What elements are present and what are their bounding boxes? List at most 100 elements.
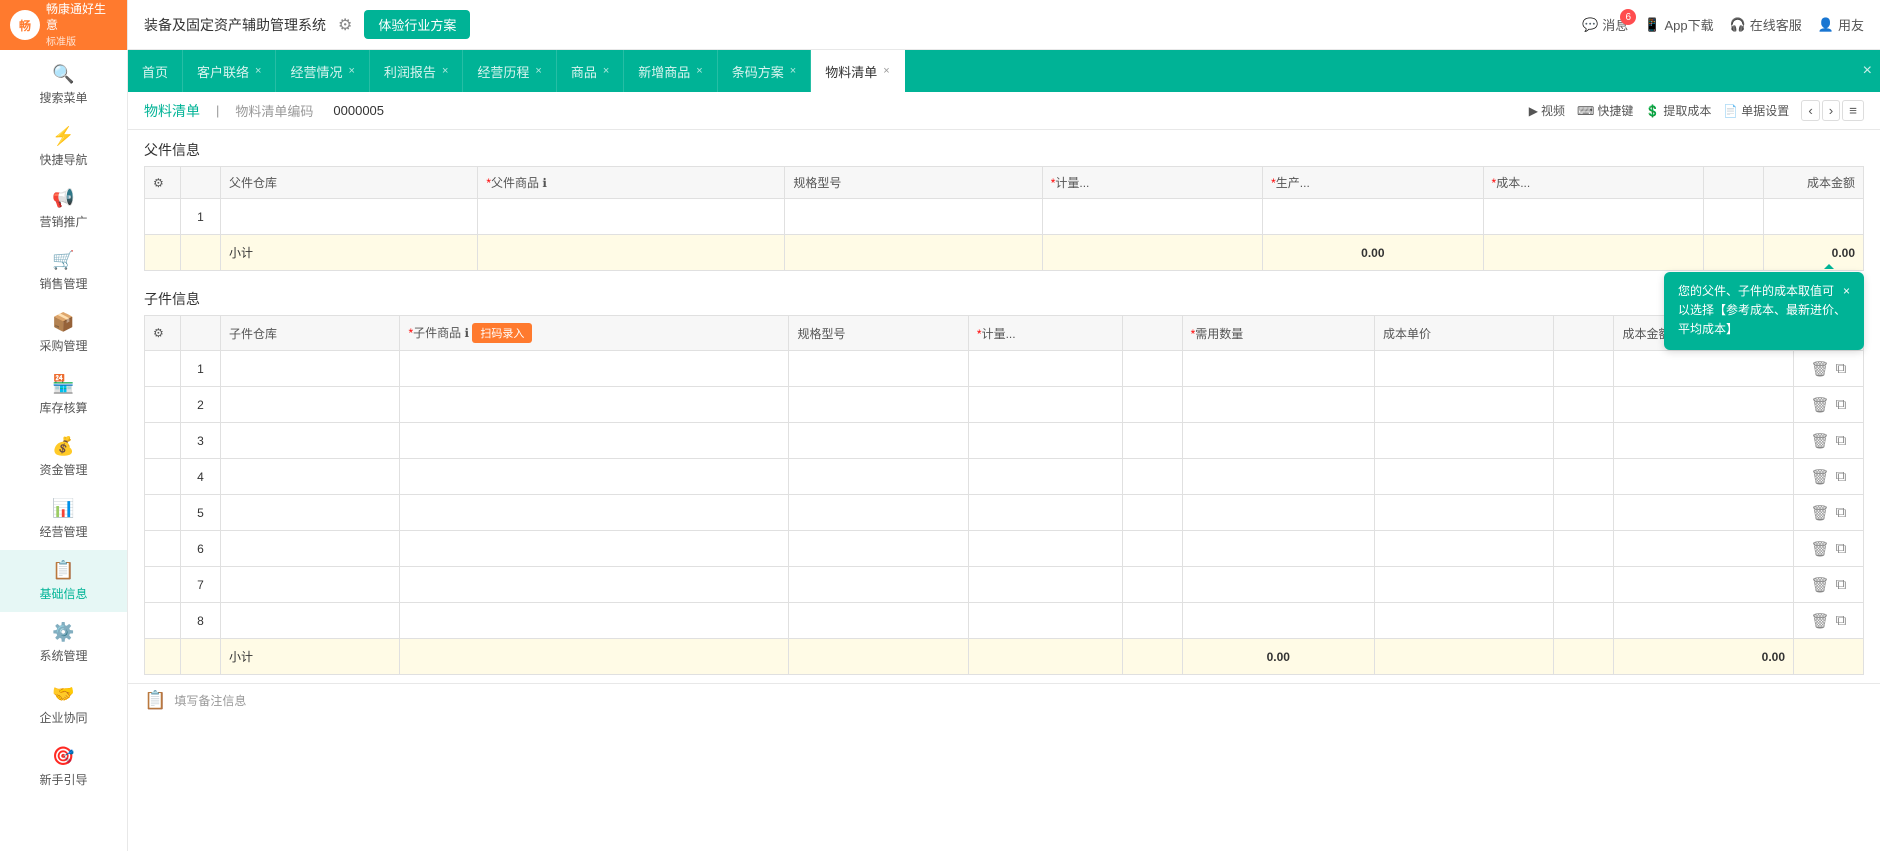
copy-icon-3[interactable]: ⧉ <box>1836 432 1847 450</box>
delete-icon-3[interactable]: 🗑 <box>1811 432 1830 450</box>
delete-icon-2[interactable]: 🗑 <box>1811 396 1830 414</box>
next-arrow[interactable]: › <box>1822 100 1840 121</box>
child-spec-6[interactable] <box>789 531 968 567</box>
tab-close-客户联络[interactable]: × <box>255 65 261 77</box>
child-unit-price-6[interactable] <box>1375 531 1554 567</box>
copy-icon-7[interactable]: ⧉ <box>1836 576 1847 594</box>
child-spec-2[interactable] <box>789 387 968 423</box>
child-unit-8[interactable] <box>968 603 1122 639</box>
copy-icon-1[interactable]: ⧉ <box>1836 360 1847 378</box>
child-unit-6[interactable] <box>968 531 1122 567</box>
single-settings-action[interactable]: 📄 单据设置 <box>1723 102 1789 119</box>
sidebar-item-guide[interactable]: 🎯新手引导 <box>0 736 127 798</box>
child-unit-2[interactable] <box>968 387 1122 423</box>
app-download-btn[interactable]: 📱 App下载 <box>1644 15 1713 34</box>
sidebar-item-quick-nav[interactable]: ⚡快捷导航 <box>0 116 127 178</box>
tab-close-条码方案[interactable]: × <box>790 65 796 77</box>
menu-arrow[interactable]: ≡ <box>1842 100 1864 121</box>
tab-close-经营历程[interactable]: × <box>535 65 541 77</box>
online-service-btn[interactable]: 🎧 在线客服 <box>1730 15 1802 34</box>
copy-icon-4[interactable]: ⧉ <box>1836 468 1847 486</box>
child-qty-4[interactable] <box>1182 459 1374 495</box>
child-unit-3[interactable] <box>968 423 1122 459</box>
parent-warehouse-cell[interactable] <box>221 199 478 235</box>
tab-close-物料清单[interactable]: × <box>883 65 889 77</box>
child-unit-price-4[interactable] <box>1375 459 1554 495</box>
child-warehouse-7[interactable] <box>221 567 400 603</box>
parent-unit-cell[interactable] <box>1042 199 1262 235</box>
child-product-5[interactable] <box>400 495 789 531</box>
user-menu[interactable]: 👤 用友 <box>1818 15 1864 34</box>
child-product-8[interactable] <box>400 603 789 639</box>
sidebar-item-finance[interactable]: 💰资金管理 <box>0 426 127 488</box>
child-unit-7[interactable] <box>968 567 1122 603</box>
child-product-6[interactable] <box>400 531 789 567</box>
child-product-1[interactable] <box>400 351 789 387</box>
child-product-3[interactable] <box>400 423 789 459</box>
parent-produce-cell[interactable] <box>1263 199 1483 235</box>
child-unit-5[interactable] <box>968 495 1122 531</box>
child-product-4[interactable] <box>400 459 789 495</box>
parent-cost-cell[interactable] <box>1483 199 1703 235</box>
tab-close-商品[interactable]: × <box>603 65 609 77</box>
sidebar-item-purchase[interactable]: 📦采购管理 <box>0 302 127 364</box>
child-unit-1[interactable] <box>968 351 1122 387</box>
sidebar-item-basic[interactable]: 📋基础信息 <box>0 550 127 612</box>
sidebar-item-collab[interactable]: 🤝企业协同 <box>0 674 127 736</box>
tabs-close-all[interactable]: × <box>1863 62 1880 80</box>
child-unit-price-2[interactable] <box>1375 387 1554 423</box>
child-qty-8[interactable] <box>1182 603 1374 639</box>
child-unit-price-3[interactable] <box>1375 423 1554 459</box>
copy-icon-6[interactable]: ⧉ <box>1836 540 1847 558</box>
copy-icon-5[interactable]: ⧉ <box>1836 504 1847 522</box>
child-warehouse-8[interactable] <box>221 603 400 639</box>
child-unit-price-5[interactable] <box>1375 495 1554 531</box>
child-col-settings[interactable]: ⚙ <box>145 316 181 351</box>
parent-col-settings[interactable]: ⚙ <box>145 167 181 199</box>
sidebar-item-operation[interactable]: 📊经营管理 <box>0 488 127 550</box>
parent-spec-cell[interactable] <box>785 199 1042 235</box>
child-unit-price-7[interactable] <box>1375 567 1554 603</box>
copy-icon-8[interactable]: ⧉ <box>1836 612 1847 630</box>
tab-close-经营情况[interactable]: × <box>348 65 354 77</box>
child-unit-price-1[interactable] <box>1375 351 1554 387</box>
child-spec-8[interactable] <box>789 603 968 639</box>
child-warehouse-1[interactable] <box>221 351 400 387</box>
child-warehouse-2[interactable] <box>221 387 400 423</box>
child-qty-3[interactable] <box>1182 423 1374 459</box>
scan-input-btn[interactable]: 扫码录入 <box>472 323 532 343</box>
sidebar-item-search[interactable]: 🔍搜索菜单 <box>0 54 127 116</box>
parent-product-cell[interactable] <box>478 199 785 235</box>
child-qty-7[interactable] <box>1182 567 1374 603</box>
nav-tab-物料清单[interactable]: 物料清单× <box>811 50 904 92</box>
child-spec-7[interactable] <box>789 567 968 603</box>
child-spec-1[interactable] <box>789 351 968 387</box>
child-qty-5[interactable] <box>1182 495 1374 531</box>
nav-tab-经营历程[interactable]: 经营历程× <box>463 50 556 92</box>
settings-gear-icon[interactable]: ⚙ <box>153 176 164 190</box>
copy-icon-2[interactable]: ⧉ <box>1836 396 1847 414</box>
delete-icon-6[interactable]: 🗑 <box>1811 540 1830 558</box>
tab-close-新增商品[interactable]: × <box>696 65 702 77</box>
child-warehouse-5[interactable] <box>221 495 400 531</box>
cost-action[interactable]: 💲 提取成本 <box>1645 102 1711 119</box>
child-warehouse-4[interactable] <box>221 459 400 495</box>
tab-close-利润报告[interactable]: × <box>442 65 448 77</box>
child-spec-4[interactable] <box>789 459 968 495</box>
breadcrumb[interactable]: 物料清单 <box>144 101 200 121</box>
nav-tab-首页[interactable]: 首页 <box>128 50 183 92</box>
sidebar-item-marketing[interactable]: 📢营销推广 <box>0 178 127 240</box>
nav-tab-经营情况[interactable]: 经营情况× <box>276 50 369 92</box>
nav-tab-利润报告[interactable]: 利润报告× <box>370 50 463 92</box>
prev-arrow[interactable]: ‹ <box>1801 100 1819 121</box>
video-action[interactable]: ▶ 视频 <box>1529 102 1565 119</box>
child-unit-price-8[interactable] <box>1375 603 1554 639</box>
nav-tab-新增商品[interactable]: 新增商品× <box>624 50 717 92</box>
sidebar-item-system[interactable]: ⚙️系统管理 <box>0 612 127 674</box>
trial-btn[interactable]: 体验行业方案 <box>364 10 470 39</box>
settings-icon[interactable]: ⚙ <box>338 15 352 35</box>
child-qty-1[interactable] <box>1182 351 1374 387</box>
sidebar-item-sales[interactable]: 🛒销售管理 <box>0 240 127 302</box>
child-warehouse-6[interactable] <box>221 531 400 567</box>
message-btn[interactable]: 💬 消息 6 <box>1582 15 1628 34</box>
